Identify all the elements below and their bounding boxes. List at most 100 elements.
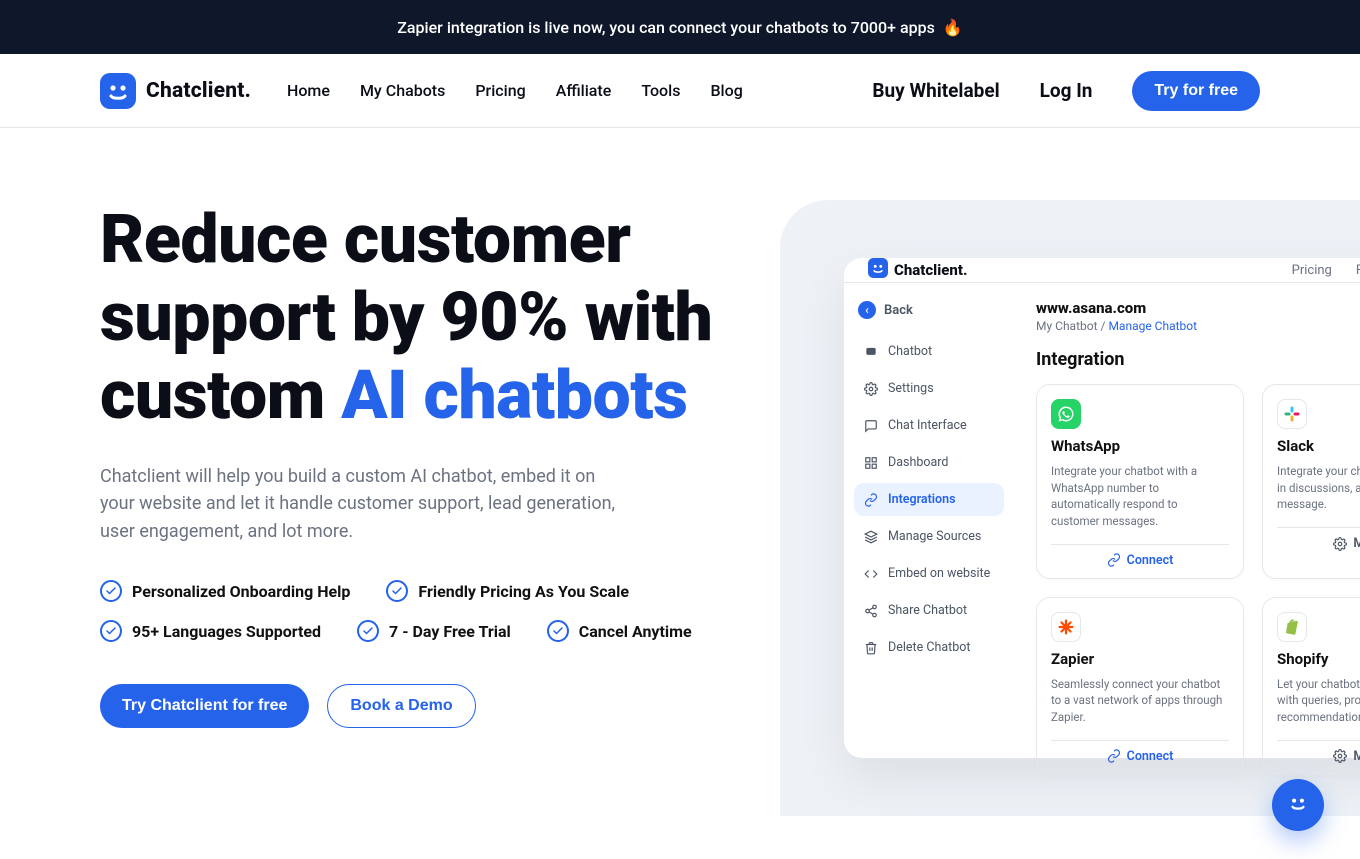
announcement-bar[interactable]: Zapier integration is live now, you can … — [0, 0, 1360, 54]
login-link[interactable]: Log In — [1040, 79, 1093, 102]
feature-label: Friendly Pricing As You Scale — [418, 582, 629, 601]
breadcrumb-prefix: My Chatbot / — [1036, 319, 1105, 333]
preview-brand-name: Chatclient. — [894, 261, 967, 279]
integration-desc: Seamlessly connect your chatbot to a vas… — [1051, 676, 1229, 726]
check-icon — [100, 580, 122, 602]
brand-name: Chatclient. — [146, 79, 251, 103]
breadcrumb-active: Manage Chatbot — [1108, 319, 1197, 333]
brand-logo-icon — [868, 258, 888, 282]
hero-left: Reduce customer support by 90% with cust… — [100, 200, 740, 816]
preview-sidebar-label: Embed on website — [888, 566, 990, 581]
check-icon — [357, 620, 379, 642]
preview-sidebar-item: Chatbot — [854, 335, 1004, 368]
nav-link-home[interactable]: Home — [287, 81, 330, 100]
feature-list: Personalized Onboarding Help Friendly Pr… — [100, 580, 740, 642]
nav-link-blog[interactable]: Blog — [710, 81, 742, 100]
brand[interactable]: Chatclient. — [100, 73, 251, 109]
integration-name: WhatsApp — [1051, 437, 1229, 455]
feature-item: Friendly Pricing As You Scale — [386, 580, 629, 602]
arrow-left-icon: ‹ — [858, 301, 876, 319]
hero-subtitle: Chatclient will help you build a custom … — [100, 463, 620, 547]
preview-brand: Chatclient. — [868, 258, 967, 282]
feature-item: Personalized Onboarding Help — [100, 580, 350, 602]
trash-icon — [864, 641, 878, 655]
layers-icon — [864, 530, 878, 544]
preview-back-label: Back — [884, 303, 913, 318]
preview-sidebar-item: Embed on website — [854, 557, 1004, 590]
preview-nav-link: Featured Chatbots — [1356, 263, 1360, 278]
check-icon — [547, 620, 569, 642]
preview-sidebar-label: Dashboard — [888, 455, 948, 470]
hero: Reduce customer support by 90% with cust… — [0, 128, 1360, 816]
preview-sidebar-item: Chat Interface — [854, 409, 1004, 442]
integration-card: Zapier Seamlessly connect your chatbot t… — [1036, 597, 1244, 775]
integration-card: WhatsApp Integrate your chatbot with a W… — [1036, 384, 1244, 579]
preview-body: ‹ Back Chatbot Settings Chat Interface D… — [844, 283, 1360, 791]
preview-sidebar-label: Settings — [888, 381, 934, 396]
feature-item: 95+ Languages Supported — [100, 620, 321, 642]
integration-action-manage: Manage — [1277, 527, 1360, 551]
preview-nav-link: Pricing — [1292, 263, 1332, 278]
nav-right: Buy Whitelabel Log In Try for free — [872, 71, 1260, 111]
hero-preview-panel: Chatclient. Pricing Featured Chatbots My… — [780, 200, 1360, 816]
book-demo-button[interactable]: Book a Demo — [327, 684, 475, 728]
preview-breadcrumb: My Chatbot / Manage Chatbot — [1036, 319, 1360, 333]
feature-label: 7 - Day Free Trial — [389, 622, 511, 641]
hero-title: Reduce customer support by 90% with cust… — [100, 200, 740, 435]
feature-label: 95+ Languages Supported — [132, 622, 321, 641]
preview-sidebar-item: Delete Chatbot — [854, 631, 1004, 664]
integration-action-manage: Manage — [1277, 740, 1360, 764]
preview-section-title: Integration — [1036, 349, 1360, 370]
preview-sidebar: ‹ Back Chatbot Settings Chat Interface D… — [844, 283, 1014, 791]
fire-icon: 🔥 — [943, 18, 963, 37]
integration-action-label: Manage — [1353, 749, 1360, 764]
preview-sidebar-label: Integrations — [888, 492, 956, 507]
chat-widget-fab[interactable] — [1272, 779, 1324, 831]
nav-link-my-chatbots[interactable]: My Chabots — [360, 81, 445, 100]
preview-title-row: www.asana.com My Chatbot / Manage Chatbo… — [1036, 299, 1360, 333]
buy-whitelabel-link[interactable]: Buy Whitelabel — [872, 79, 999, 102]
feature-item: 7 - Day Free Trial — [357, 620, 511, 642]
chat-bubble-icon — [1284, 789, 1312, 821]
integration-card: Shopify Let your chatbot assist Shopify … — [1262, 597, 1360, 775]
integration-action-label: Connect — [1127, 749, 1174, 764]
whatsapp-icon — [1051, 399, 1081, 429]
hero-cta-row: Try Chatclient for free Book a Demo — [100, 684, 740, 728]
check-icon — [100, 620, 122, 642]
integration-cards: WhatsApp Integrate your chatbot with a W… — [1036, 384, 1360, 775]
slack-icon — [1277, 399, 1307, 429]
check-icon — [386, 580, 408, 602]
navbar: Chatclient. Home My Chabots Pricing Affi… — [0, 54, 1360, 128]
nav-link-tools[interactable]: Tools — [641, 81, 680, 100]
preview-sidebar-item: Dashboard — [854, 446, 1004, 479]
gear-icon — [1333, 537, 1347, 551]
preview-sidebar-item: Share Chatbot — [854, 594, 1004, 627]
integration-name: Shopify — [1277, 650, 1360, 668]
nav-link-pricing[interactable]: Pricing — [475, 81, 525, 100]
preview-url: www.asana.com — [1036, 299, 1360, 317]
gear-icon — [1333, 749, 1347, 763]
preview-sidebar-label: Chatbot — [888, 344, 932, 359]
preview-sidebar-label: Chat Interface — [888, 418, 967, 433]
preview-main: www.asana.com My Chatbot / Manage Chatbo… — [1014, 283, 1360, 791]
dashboard-icon — [864, 456, 878, 470]
brand-logo-icon — [100, 73, 136, 109]
try-for-free-button[interactable]: Try for free — [1132, 71, 1260, 111]
feature-label: Cancel Anytime — [579, 622, 692, 641]
nav-link-affiliate[interactable]: Affiliate — [556, 81, 612, 100]
link-icon — [864, 493, 878, 507]
preview-sidebar-item: Manage Sources — [854, 520, 1004, 553]
link-icon — [1107, 749, 1121, 763]
integration-name: Slack — [1277, 437, 1360, 455]
preview-sidebar-label: Delete Chatbot — [888, 640, 970, 655]
preview-sidebar-item: Settings — [854, 372, 1004, 405]
integration-name: Zapier — [1051, 650, 1229, 668]
integration-action-connect: Connect — [1051, 740, 1229, 764]
shopify-icon — [1277, 612, 1307, 642]
integration-action-label: Connect — [1127, 553, 1174, 568]
chat-icon — [864, 419, 878, 433]
preview-back: ‹ Back — [854, 299, 1004, 321]
integration-action-label: Manage — [1353, 536, 1360, 551]
try-chatclient-button[interactable]: Try Chatclient for free — [100, 684, 309, 728]
link-icon — [1107, 553, 1121, 567]
